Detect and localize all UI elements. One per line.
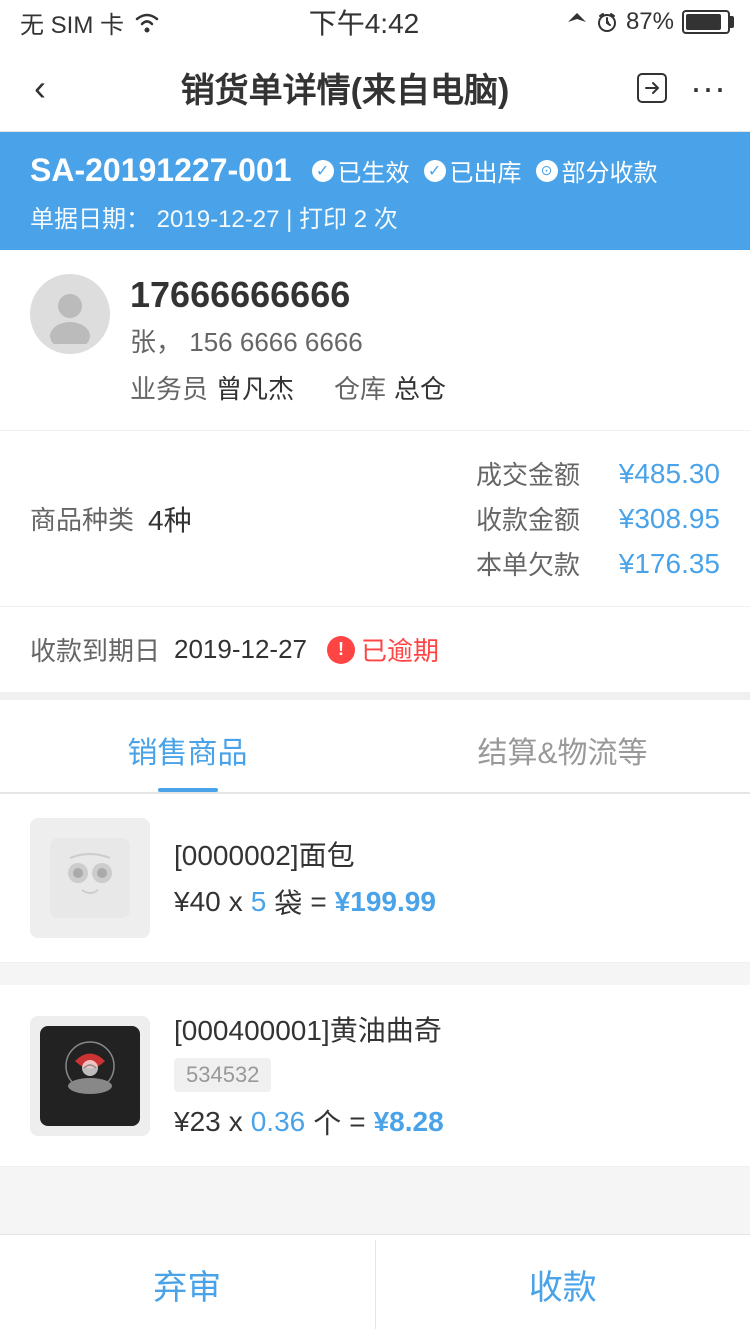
nav-actions: ··· — [634, 67, 726, 109]
customer-name-phone: 张， 156 6666 6666 — [130, 322, 720, 359]
check-icon-2: ✓ — [424, 160, 446, 182]
salesperson-item: 业务员 曾凡杰 — [130, 369, 294, 406]
back-button[interactable]: ‹ — [24, 57, 56, 119]
tab-settlement[interactable]: 结算&物流等 — [375, 700, 750, 792]
product-sku-2: 534532 — [174, 1058, 271, 1092]
share-icon[interactable] — [634, 70, 670, 106]
status-bar-time: 下午4:42 — [309, 2, 420, 42]
carrier-label: 无 SIM 卡 — [20, 5, 124, 40]
status-badges: ✓ 已生效 ✓ 已出库 ⊙ 部分收款 — [312, 153, 658, 188]
alarm-icon — [596, 11, 618, 33]
bottom-bar: 弃审 收款 — [0, 1234, 750, 1334]
product-type-info: 商品种类 4种 — [30, 455, 192, 582]
customer-info: 17666666666 张， 156 6666 6666 业务员 曾凡杰 仓库 … — [130, 274, 720, 406]
wifi-icon — [132, 11, 162, 33]
warehouse-value: 总仓 — [394, 369, 446, 406]
product-details-1: [0000002]面包 ¥40 x 5 袋 = ¥199.99 — [174, 834, 720, 922]
tab-products[interactable]: 销售商品 — [0, 700, 375, 792]
product-name-1: [0000002]面包 — [174, 834, 720, 874]
list-item: [000400001]黄油曲奇 534532 ¥23 x 0.36 个 = ¥8… — [0, 985, 750, 1167]
status-badge-shipped: ✓ 已出库 — [424, 153, 522, 188]
summary-section: 商品种类 4种 成交金额 ¥485.30 收款金额 ¥308.95 本单欠款 ¥… — [0, 431, 750, 607]
product-qty-2: 0.36 — [251, 1106, 306, 1138]
avatar — [30, 274, 110, 354]
product-name-2: [000400001]黄油曲奇 — [174, 1009, 720, 1049]
collected-amount-value: ¥308.95 — [600, 503, 720, 535]
collect-payment-button[interactable]: 收款 — [376, 1240, 750, 1329]
order-id: SA-20191227-001 — [30, 152, 292, 189]
nav-bar: ‹ 销货单详情(来自电脑) ··· — [0, 44, 750, 132]
owed-amount-row: 本单欠款 ¥176.35 — [476, 545, 720, 582]
battery-percentage: 87% — [626, 8, 674, 36]
deal-amount-row: 成交金额 ¥485.30 — [476, 455, 720, 492]
product-type-value: 4种 — [148, 499, 192, 539]
product-list: [0000002]面包 ¥40 x 5 袋 = ¥199.99 — [0, 794, 750, 1167]
due-date-section: 收款到期日 2019-12-27 ! 已逾期 — [0, 607, 750, 700]
more-button[interactable]: ··· — [690, 67, 726, 109]
page-title: 销货单详情(来自电脑) — [181, 63, 510, 112]
owed-amount-value: ¥176.35 — [600, 548, 720, 580]
amount-summary: 成交金额 ¥485.30 收款金额 ¥308.95 本单欠款 ¥176.35 — [476, 455, 720, 582]
clock-icon: ⊙ — [536, 160, 558, 182]
due-date-value: 2019-12-27 — [174, 634, 307, 665]
customer-account-id: 17666666666 — [130, 274, 720, 316]
order-header-banner: SA-20191227-001 ✓ 已生效 ✓ 已出库 ⊙ 部分收款 单据日期：… — [0, 132, 750, 250]
deal-amount-value: ¥485.30 — [600, 458, 720, 490]
status-badge-effective: ✓ 已生效 — [312, 153, 410, 188]
product-image-1 — [30, 818, 150, 938]
collected-amount-row: 收款金额 ¥308.95 — [476, 500, 720, 537]
salesperson-value: 曾凡杰 — [216, 369, 294, 406]
product-details-2: [000400001]黄油曲奇 534532 ¥23 x 0.36 个 = ¥8… — [174, 1009, 720, 1142]
status-bar: 无 SIM 卡 下午4:42 87% — [0, 0, 750, 44]
cancel-audit-button[interactable]: 弃审 — [0, 1240, 376, 1329]
overdue-icon: ! — [327, 636, 355, 664]
status-bar-right: 87% — [566, 8, 730, 36]
customer-meta: 业务员 曾凡杰 仓库 总仓 — [130, 369, 720, 406]
location-icon — [566, 11, 588, 33]
product-price-row-2: ¥23 x 0.36 个 = ¥8.28 — [174, 1102, 720, 1142]
product-price-row-1: ¥40 x 5 袋 = ¥199.99 — [174, 882, 720, 922]
product-total-1: ¥199.99 — [335, 886, 436, 918]
product-image-2 — [30, 1016, 150, 1136]
warehouse-item: 仓库 总仓 — [334, 369, 446, 406]
order-meta: 单据日期： 2019-12-27 | 打印 2 次 — [30, 199, 720, 234]
overdue-badge: ! 已逾期 — [327, 631, 439, 668]
product-total-2: ¥8.28 — [374, 1106, 444, 1138]
check-icon-1: ✓ — [312, 160, 334, 182]
tabs-section: 销售商品 结算&物流等 — [0, 700, 750, 794]
battery-icon — [682, 10, 730, 34]
status-badge-partial: ⊙ 部分收款 — [536, 153, 658, 188]
product-qty-1: 5 — [251, 886, 267, 918]
list-item: [0000002]面包 ¥40 x 5 袋 = ¥199.99 — [0, 794, 750, 963]
customer-section: 17666666666 张， 156 6666 6666 业务员 曾凡杰 仓库 … — [0, 250, 750, 431]
status-bar-left: 无 SIM 卡 — [20, 5, 162, 40]
